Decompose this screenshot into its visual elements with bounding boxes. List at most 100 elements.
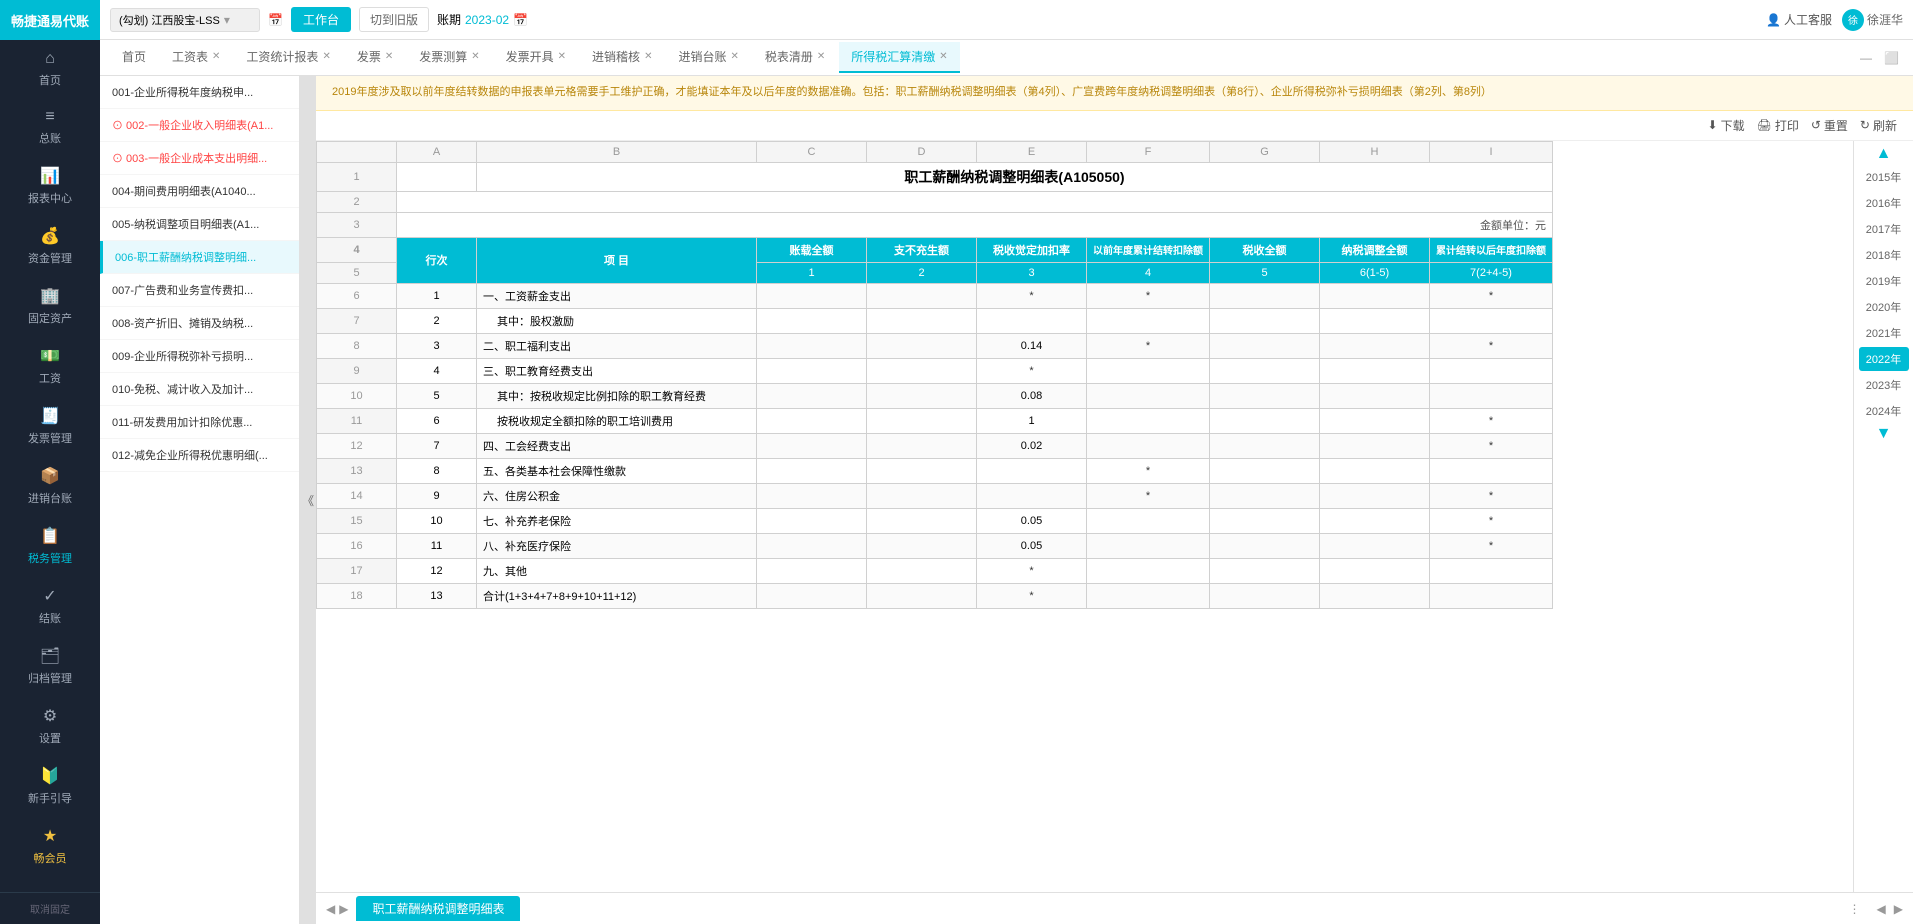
sidebar-item-guide[interactable]: 🔰 新手引导 (0, 756, 100, 816)
cell-6c[interactable] (757, 283, 867, 308)
cell-14f[interactable]: * (1087, 483, 1210, 508)
cell-13c[interactable] (757, 458, 867, 483)
year-btn-2022[interactable]: 2022年 (1859, 347, 1909, 371)
table-row[interactable]: 13 8 五、各类基本社会保障性缴款 * (317, 458, 1553, 483)
cell-16g[interactable] (1210, 533, 1320, 558)
tab-tax-register[interactable]: 税表清册 ✕ (753, 42, 837, 73)
cell-6d[interactable] (867, 283, 977, 308)
cell-10i[interactable] (1430, 383, 1553, 408)
cell-6i[interactable]: * (1430, 283, 1553, 308)
cell-6e[interactable]: * (977, 283, 1087, 308)
cell-8g[interactable] (1210, 333, 1320, 358)
cell-15c[interactable] (757, 508, 867, 533)
user-avatar[interactable]: 徐 徐涯华 (1842, 9, 1903, 31)
year-btn-2023[interactable]: 2023年 (1859, 373, 1909, 397)
cell-8e[interactable]: 0.14 (977, 333, 1087, 358)
sidebar-item-home[interactable]: ⌂ 首页 (0, 40, 100, 98)
sheet-tab[interactable]: 职工薪酬纳税调整明细表 (356, 896, 520, 921)
cell-17g[interactable] (1210, 558, 1320, 583)
year-btn-2016[interactable]: 2016年 (1859, 191, 1909, 215)
cell-9f[interactable] (1087, 358, 1210, 383)
cell-14i[interactable]: * (1430, 483, 1553, 508)
cell-7f[interactable] (1087, 308, 1210, 333)
cell-8d[interactable] (867, 333, 977, 358)
cell-17e[interactable]: * (977, 558, 1087, 583)
table-row[interactable]: 17 12 九、其他 * (317, 558, 1553, 583)
table-row[interactable]: 9 4 三、职工教育经费支出 * (317, 358, 1553, 383)
sidebar-item-ledger[interactable]: ≡ 总账 (0, 98, 100, 156)
cell-13g[interactable] (1210, 458, 1320, 483)
cell-11i[interactable]: * (1430, 408, 1553, 433)
cell-16e[interactable]: 0.05 (977, 533, 1087, 558)
tab-salary-table[interactable]: 工资表 ✕ (160, 42, 232, 73)
table-row[interactable]: 7 2 其中：股权激励 (317, 308, 1553, 333)
cell-11c[interactable] (757, 408, 867, 433)
cell-11d[interactable] (867, 408, 977, 433)
panel-item-002[interactable]: ⊙ 002-一般企业收入明细表(A1... (100, 109, 299, 142)
cell-16h[interactable] (1320, 533, 1430, 558)
close-icon[interactable]: ✕ (644, 51, 652, 62)
panel-item-010[interactable]: 010-免税、减计收入及加计... (100, 373, 299, 406)
cell-18h[interactable] (1320, 583, 1430, 608)
year-btn-2020[interactable]: 2020年 (1859, 295, 1909, 319)
tab-in-out-ledger[interactable]: 进销台账 ✕ (666, 42, 750, 73)
cell-16c[interactable] (757, 533, 867, 558)
cell-11g[interactable] (1210, 408, 1320, 433)
scroll-left-icon[interactable]: ◀ (326, 902, 335, 916)
year-scroll-up[interactable]: ▲ (1876, 145, 1892, 163)
cell-15i[interactable]: * (1430, 508, 1553, 533)
table-row[interactable]: 16 11 八、补充医疗保险 0.05 * (317, 533, 1553, 558)
cell-18f[interactable] (1087, 583, 1210, 608)
sidebar-item-stock[interactable]: 📦 进销台账 (0, 456, 100, 516)
table-row[interactable]: 15 10 七、补充养老保险 0.05 * (317, 508, 1553, 533)
cell-13d[interactable] (867, 458, 977, 483)
close-icon[interactable]: ✕ (385, 51, 393, 62)
scroll-bar-icon[interactable]: ◀ (1877, 902, 1886, 916)
cell-10h[interactable] (1320, 383, 1430, 408)
table-row[interactable]: 12 7 四、工会经费支出 0.02 * (317, 433, 1553, 458)
period-value[interactable]: 2023-02 (465, 13, 509, 27)
cell-12d[interactable] (867, 433, 977, 458)
cell-10f[interactable] (1087, 383, 1210, 408)
sidebar-item-assets[interactable]: 🏢 固定资产 (0, 276, 100, 336)
table-row[interactable]: 14 9 六、住房公积金 * * (317, 483, 1553, 508)
year-btn-2018[interactable]: 2018年 (1859, 243, 1909, 267)
table-row[interactable]: 8 3 二、职工福利支出 0.14 * * (317, 333, 1553, 358)
cell-8h[interactable] (1320, 333, 1430, 358)
cell-15d[interactable] (867, 508, 977, 533)
cell-8i[interactable]: * (1430, 333, 1553, 358)
cell-16d[interactable] (867, 533, 977, 558)
cell-6f[interactable]: * (1087, 283, 1210, 308)
sidebar-item-settle[interactable]: ✓ 结账 (0, 576, 100, 636)
panel-item-003[interactable]: ⊙ 003-一般企业成本支出明细... (100, 142, 299, 175)
panel-item-001[interactable]: 001-企业所得税年度纳税申... (100, 76, 299, 109)
year-btn-2019[interactable]: 2019年 (1859, 269, 1909, 293)
panel-item-006[interactable]: 006-职工薪酬纳税调整明细... (100, 241, 299, 274)
cell-12c[interactable] (757, 433, 867, 458)
cell-6h[interactable] (1320, 283, 1430, 308)
cell-9h[interactable] (1320, 358, 1430, 383)
cell-12i[interactable]: * (1430, 433, 1553, 458)
cell-12e[interactable]: 0.02 (977, 433, 1087, 458)
scroll-right-icon[interactable]: ▶ (339, 902, 348, 916)
cell-15f[interactable] (1087, 508, 1210, 533)
tab-invoice[interactable]: 发票 ✕ (345, 42, 405, 73)
table-row[interactable]: 6 1 一、工资薪金支出 * * * (317, 283, 1553, 308)
sidebar-item-tax[interactable]: 📋 税务管理 (0, 516, 100, 576)
sidebar-item-report[interactable]: 📊 报表中心 (0, 156, 100, 216)
cell-9i[interactable] (1430, 358, 1553, 383)
close-icon[interactable]: ✕ (471, 51, 479, 62)
cell-17d[interactable] (867, 558, 977, 583)
sidebar-item-salary[interactable]: 💵 工资 (0, 336, 100, 396)
cell-17i[interactable] (1430, 558, 1553, 583)
cell-7h[interactable] (1320, 308, 1430, 333)
year-scroll-down[interactable]: ▼ (1876, 425, 1892, 443)
cell-8c[interactable] (757, 333, 867, 358)
cell-16i[interactable]: * (1430, 533, 1553, 558)
spreadsheet-main[interactable]: A B C D E F G H I (316, 141, 1853, 892)
cell-14h[interactable] (1320, 483, 1430, 508)
cell-7g[interactable] (1210, 308, 1320, 333)
close-icon[interactable]: ✕ (817, 51, 825, 62)
cell-17f[interactable] (1087, 558, 1210, 583)
cell-17c[interactable] (757, 558, 867, 583)
